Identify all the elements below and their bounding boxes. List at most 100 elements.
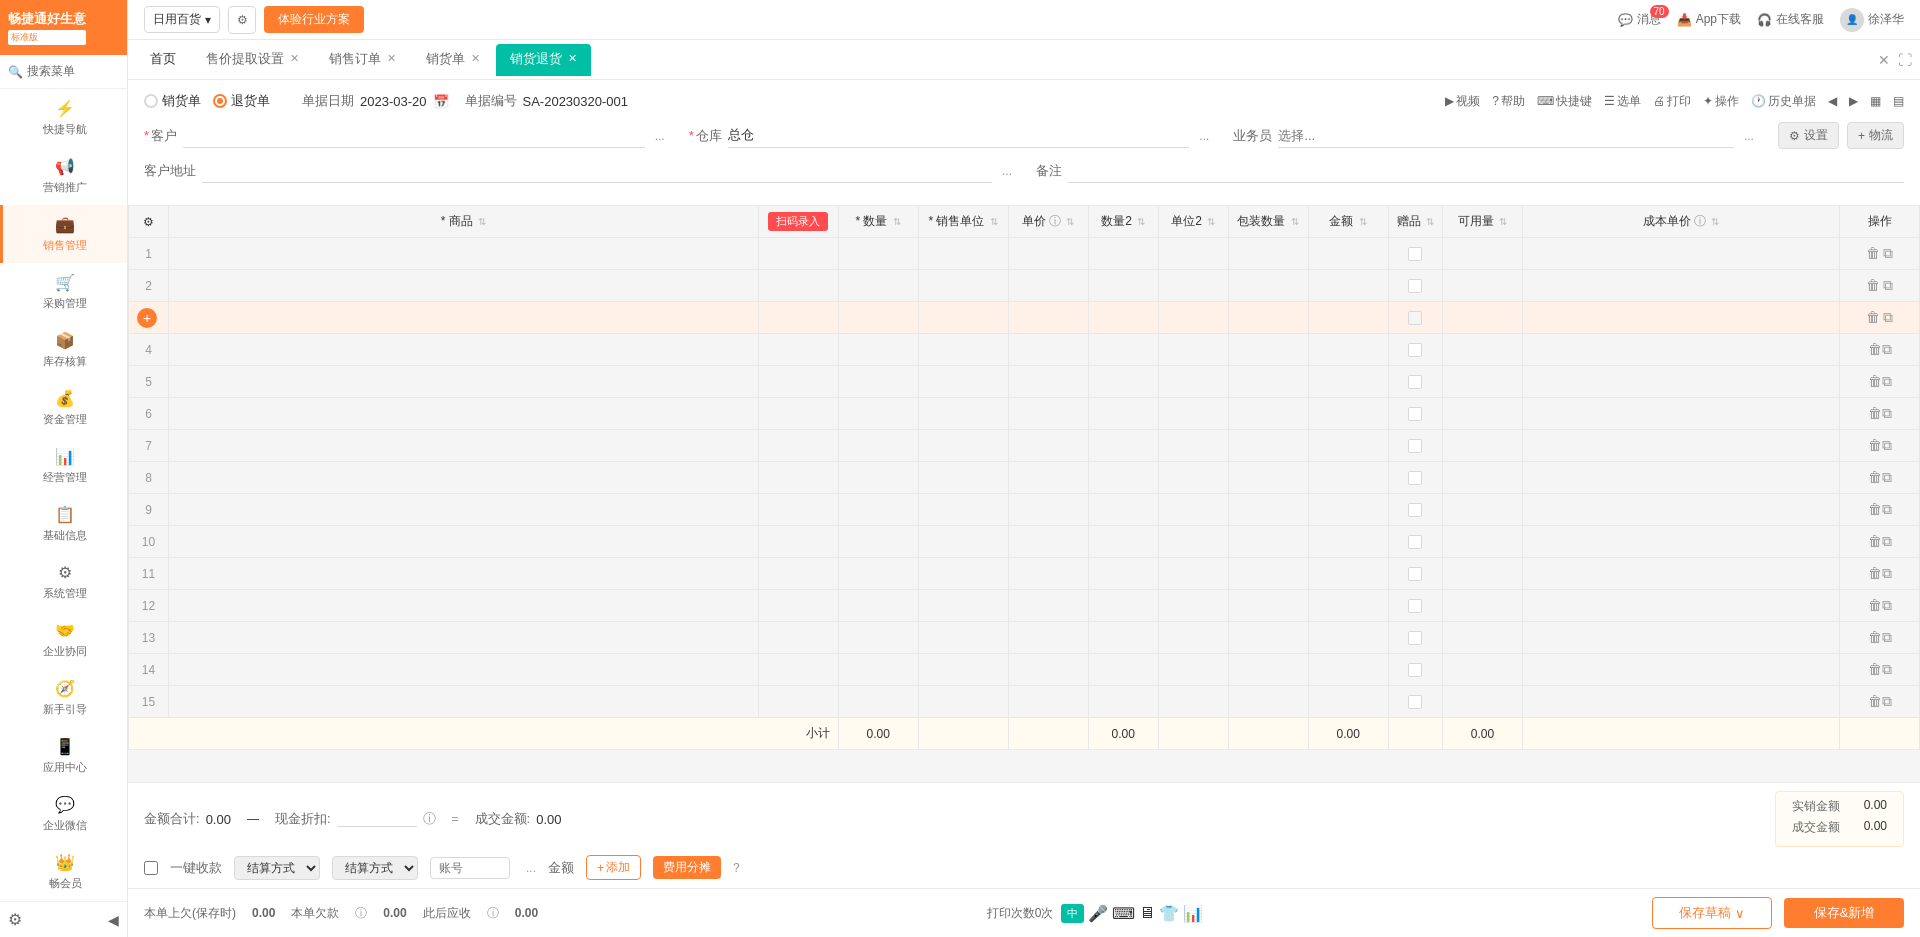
tab-price-setup-close[interactable]: ✕: [290, 52, 299, 65]
copy-row-7[interactable]: ⧉: [1882, 437, 1892, 453]
available-sort-icon[interactable]: ⇅: [1499, 216, 1507, 227]
help-link[interactable]: ? 帮助: [1492, 93, 1525, 110]
collapse-icon[interactable]: ◀: [108, 912, 119, 928]
address-picker-icon[interactable]: ...: [1002, 164, 1012, 178]
delete-row-13[interactable]: 🗑: [1868, 629, 1882, 645]
delete-row-3[interactable]: 🗑: [1866, 309, 1880, 325]
sidebar-nav-item-guide[interactable]: 🧭 新手引导: [0, 669, 127, 727]
copy-row-13[interactable]: ⧉: [1882, 629, 1892, 645]
close-all-icon[interactable]: ✕: [1878, 52, 1890, 68]
warehouse-picker-icon[interactable]: ...: [1199, 129, 1209, 143]
remark-input[interactable]: [1068, 159, 1904, 183]
monitor-icon[interactable]: 🖥: [1139, 904, 1155, 922]
delete-row-8[interactable]: 🗑: [1868, 469, 1882, 485]
grid-view-button[interactable]: ▦: [1870, 94, 1881, 108]
copy-row-2[interactable]: ⧉: [1883, 277, 1893, 293]
customer-input[interactable]: [183, 124, 645, 148]
tab-sales-return-close[interactable]: ✕: [568, 52, 577, 65]
sidebar-nav-item-member[interactable]: 👑 畅会员: [0, 843, 127, 901]
delete-row-15[interactable]: 🗑: [1868, 693, 1882, 709]
chart-icon[interactable]: 📊: [1183, 904, 1203, 923]
keyboard-icon[interactable]: ⌨: [1112, 904, 1135, 923]
copy-row-11[interactable]: ⧉: [1882, 565, 1892, 581]
sidebar-nav-item-finance[interactable]: 💰 资金管理: [0, 379, 127, 437]
expand-tab-icon[interactable]: ⛶: [1898, 52, 1912, 68]
salesperson-input[interactable]: [1278, 124, 1734, 148]
delete-row-6[interactable]: 🗑: [1868, 405, 1882, 421]
account-input[interactable]: [430, 857, 510, 879]
copy-row-15[interactable]: ⧉: [1882, 693, 1892, 709]
sidebar-nav-item-basic[interactable]: 📋 基础信息: [0, 495, 127, 553]
order-balance-info[interactable]: ⓘ: [355, 905, 367, 922]
delete-row-2[interactable]: 🗑: [1866, 277, 1880, 293]
gift-checkbox-5[interactable]: [1408, 375, 1422, 389]
user-menu[interactable]: 👤 徐泽华: [1840, 8, 1904, 32]
add-row-button[interactable]: +: [137, 308, 157, 328]
table-gear-icon[interactable]: ⚙: [143, 215, 154, 229]
message-button[interactable]: 💬 消息 70: [1618, 11, 1661, 28]
print-link[interactable]: 🖨 打印: [1653, 93, 1691, 110]
product-input-3[interactable]: [177, 310, 750, 325]
tab-sales-delivery[interactable]: 销货单 ✕: [412, 44, 494, 76]
gift-checkbox-12[interactable]: [1408, 599, 1422, 613]
setting-button[interactable]: ⚙ 设置: [1778, 122, 1839, 149]
sidebar-nav-item-operations[interactable]: 📊 经营管理: [0, 437, 127, 495]
salesperson-picker-icon[interactable]: ...: [1744, 129, 1754, 143]
customer-picker-icon[interactable]: ...: [655, 129, 665, 143]
one-click-checkbox[interactable]: [144, 861, 158, 875]
tshirt-icon[interactable]: 👕: [1159, 904, 1179, 923]
copy-row-5[interactable]: ⧉: [1882, 373, 1892, 389]
gift-checkbox-2[interactable]: [1408, 279, 1422, 293]
tab-sales-delivery-close[interactable]: ✕: [471, 52, 480, 65]
gift-checkbox-11[interactable]: [1408, 567, 1422, 581]
tab-sales-order-close[interactable]: ✕: [387, 52, 396, 65]
copy-row-14[interactable]: ⧉: [1882, 661, 1892, 677]
sidebar-nav-item-wechat[interactable]: 💬 企业微信: [0, 785, 127, 843]
operate-link[interactable]: ✦ 操作: [1703, 93, 1739, 110]
copy-row-3[interactable]: ⧉: [1883, 309, 1893, 325]
cost-price-sort-icon[interactable]: ⇅: [1711, 216, 1719, 227]
save-draft-button[interactable]: 保存草稿 ∨: [1652, 897, 1772, 929]
gift-checkbox-14[interactable]: [1408, 663, 1422, 677]
sidebar-nav-item-enterprise[interactable]: 🤝 企业协同: [0, 611, 127, 669]
gift-sort-icon[interactable]: ⇅: [1426, 216, 1434, 227]
experience-button[interactable]: 体验行业方案: [264, 6, 364, 33]
delete-row-9[interactable]: 🗑: [1868, 501, 1882, 517]
video-link[interactable]: ▶ 视频: [1445, 93, 1480, 110]
expense-help-icon[interactable]: ?: [733, 861, 740, 875]
scan-input-button[interactable]: 扫码录入: [768, 212, 828, 231]
daily-select[interactable]: 日用百货 ▾: [144, 6, 220, 33]
copy-row-10[interactable]: ⧉: [1882, 533, 1892, 549]
delete-row-5[interactable]: 🗑: [1868, 373, 1882, 389]
sales-unit-sort-icon[interactable]: ⇅: [990, 216, 998, 227]
pkg-qty-sort-icon[interactable]: ⇅: [1291, 216, 1299, 227]
radio-return-bill[interactable]: 退货单: [213, 92, 270, 110]
unit2-sort-icon[interactable]: ⇅: [1207, 216, 1215, 227]
topbar-gear-button[interactable]: ⚙: [228, 6, 256, 34]
warehouse-input[interactable]: [728, 124, 1190, 148]
next-record-button[interactable]: ▶: [1849, 94, 1858, 108]
address-input[interactable]: [202, 159, 992, 183]
sidebar-nav-item-quick-nav[interactable]: ⚡ 快捷导航: [0, 89, 127, 147]
delete-row-10[interactable]: 🗑: [1868, 533, 1882, 549]
calendar-icon[interactable]: 📅: [433, 94, 449, 109]
gift-checkbox-9[interactable]: [1408, 503, 1422, 517]
tab-sales-order[interactable]: 销售订单 ✕: [315, 44, 410, 76]
copy-row-8[interactable]: ⧉: [1882, 469, 1892, 485]
gift-checkbox-6[interactable]: [1408, 407, 1422, 421]
copy-row-4[interactable]: ⧉: [1882, 341, 1892, 357]
gift-checkbox-7[interactable]: [1408, 439, 1422, 453]
product-sort-icon[interactable]: ⇅: [478, 216, 486, 227]
shortcut-link[interactable]: ⌨ 快捷键: [1537, 93, 1592, 110]
delete-row-14[interactable]: 🗑: [1868, 661, 1882, 677]
qty2-sort-icon[interactable]: ⇅: [1137, 216, 1145, 227]
app-download-button[interactable]: 📥 App下载: [1677, 11, 1741, 28]
sidebar-nav-item-purchase[interactable]: 🛒 采购管理: [0, 263, 127, 321]
delete-row-11[interactable]: 🗑: [1868, 565, 1882, 581]
logistics-button[interactable]: + 物流: [1847, 122, 1904, 149]
tab-sales-return[interactable]: 销货退货 ✕: [496, 44, 591, 76]
gift-checkbox-15[interactable]: [1408, 695, 1422, 709]
microphone-icon[interactable]: 🎤: [1088, 904, 1108, 923]
gift-checkbox-1[interactable]: [1408, 247, 1422, 261]
select-link[interactable]: ☰ 选单: [1604, 93, 1641, 110]
